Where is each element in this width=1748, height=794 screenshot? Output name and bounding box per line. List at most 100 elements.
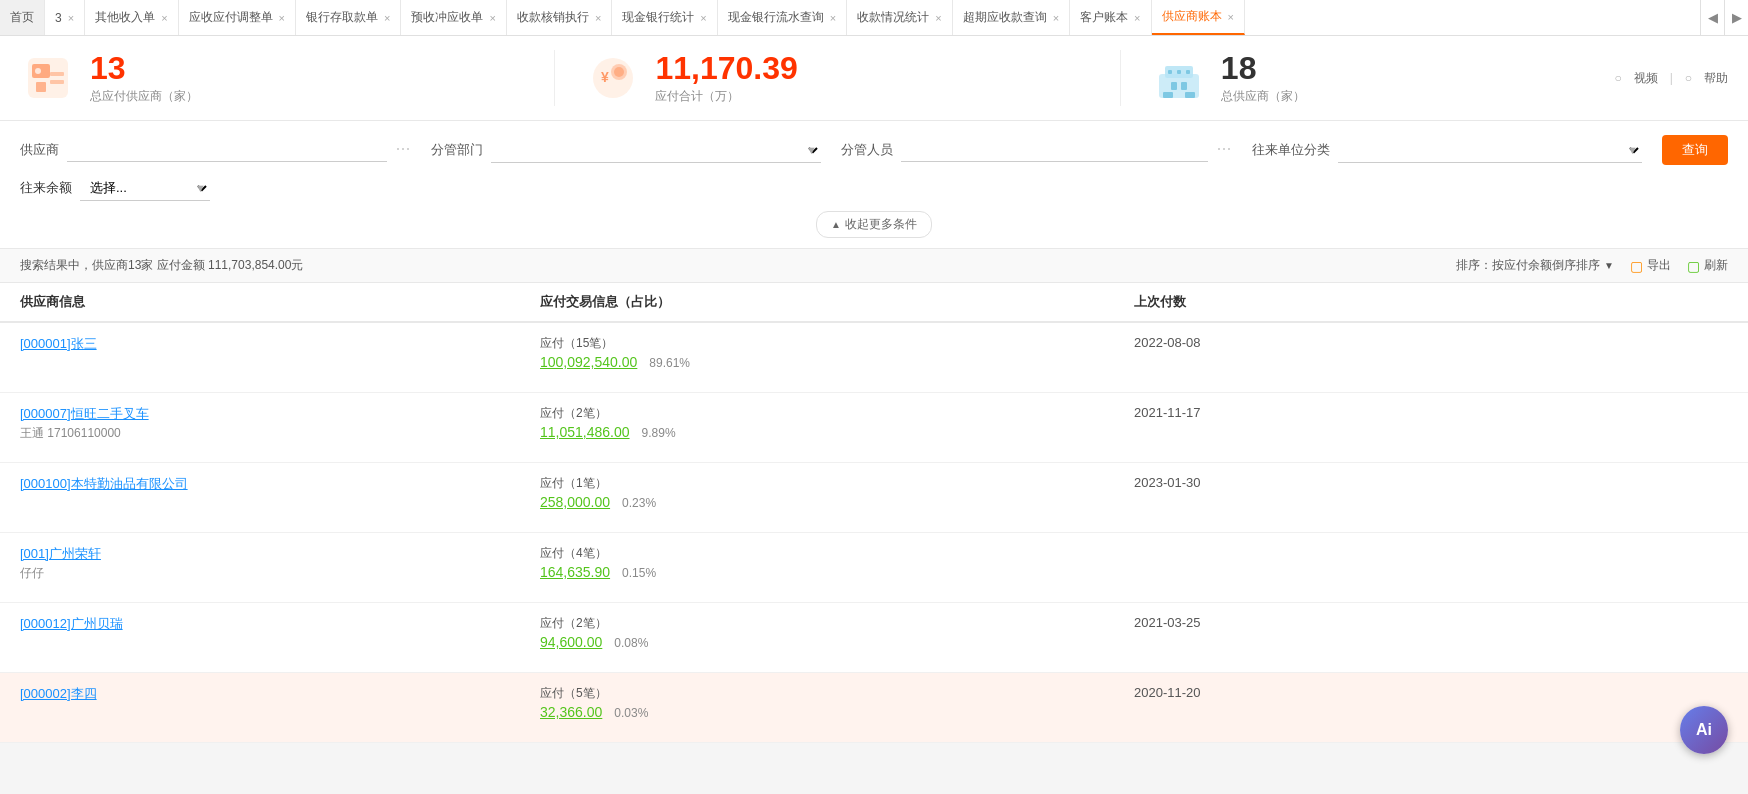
nav-item-collection[interactable]: 收款核销执行 × — [507, 0, 612, 35]
close-icon[interactable]: × — [700, 12, 706, 24]
stat-block-payable-total: ¥ 11,170.39 应付合计（万） — [585, 50, 1120, 106]
close-icon[interactable]: × — [68, 12, 74, 24]
result-right-actions: 排序：按应付余额倒序排序 ▼ ▢ 导出 ▢ 刷新 — [1456, 257, 1728, 274]
svg-rect-14 — [1168, 70, 1172, 74]
table-area: 供应商信息 应付交易信息（占比） 上次付数 [000001]张三 应付（15笔）… — [0, 283, 1748, 743]
export-label: 导出 — [1647, 257, 1671, 274]
nav-item-cash-stats[interactable]: 现金银行统计 × — [612, 0, 717, 35]
close-icon[interactable]: × — [279, 12, 285, 24]
person-input[interactable] — [901, 138, 1208, 162]
supplier-link[interactable]: [000007]恒旺二手叉车 — [20, 405, 540, 423]
nav-item-customer-ledger[interactable]: 客户账本 × — [1070, 0, 1151, 35]
nav-label-other-income: 其他收入单 — [95, 9, 155, 26]
tx-label: 应付（2笔） — [540, 615, 1134, 632]
supplier-link[interactable]: [000002]李四 — [20, 685, 540, 703]
nav-item-collection-stats[interactable]: 收款情况统计 × — [847, 0, 952, 35]
nav-item-advance[interactable]: 预收冲应收单 × — [401, 0, 506, 35]
result-bar: 搜索结果中，供应商13家 应付金额 111,703,854.00元 排序：按应付… — [0, 249, 1748, 283]
svg-rect-4 — [50, 80, 64, 84]
close-icon[interactable]: × — [1228, 11, 1234, 23]
sort-arrow-icon: ▼ — [1604, 260, 1614, 271]
nav-label-home: 首页 — [10, 9, 34, 26]
dept-field: 分管部门 ▼ — [431, 137, 822, 163]
supplier-link[interactable]: [000100]本特勤油品有限公司 — [20, 475, 540, 493]
tx-percent: 0.15% — [622, 566, 656, 580]
svg-rect-16 — [1186, 70, 1190, 74]
tx-amount[interactable]: 11,051,486.00 — [540, 424, 630, 440]
nav-item-home[interactable]: 首页 — [0, 0, 45, 35]
help-link[interactable]: 帮助 — [1704, 70, 1728, 87]
header-stats: 13 总应付供应商（家） ¥ 11,170.39 应付合计（万） — [0, 36, 1748, 121]
tx-row: 94,600.00 0.08% — [540, 634, 1134, 650]
export-icon: ▢ — [1630, 258, 1643, 274]
balance-select-wrapper: 选择... ▼ — [80, 175, 210, 201]
close-icon[interactable]: × — [489, 12, 495, 24]
nav-label-cash-flow: 现金银行流水查询 — [728, 9, 824, 26]
tx-percent: 0.23% — [622, 496, 656, 510]
supplier-info-cell: [000001]张三 — [20, 335, 540, 353]
nav-item-adjustment[interactable]: 应收应付调整单 × — [179, 0, 296, 35]
tx-amount[interactable]: 32,366.00 — [540, 704, 602, 720]
svg-text:¥: ¥ — [601, 69, 609, 85]
close-icon[interactable]: × — [830, 12, 836, 24]
nav-item-3[interactable]: 3 × — [45, 0, 85, 35]
video-link[interactable]: 视频 — [1634, 70, 1658, 87]
dept-select[interactable] — [491, 137, 822, 163]
balance-select[interactable]: 选择... — [80, 175, 210, 201]
payable-suppliers-text: 13 总应付供应商（家） — [90, 52, 198, 105]
supplier-input[interactable] — [67, 138, 387, 162]
nav-label-adjustment: 应收应付调整单 — [189, 9, 273, 26]
tx-amount[interactable]: 94,600.00 — [540, 634, 602, 650]
query-button[interactable]: 查询 — [1662, 135, 1728, 165]
nav-label-bank-deposit: 银行存取款单 — [306, 9, 378, 26]
last-pay-cell: 2021-03-25 — [1134, 615, 1728, 630]
supplier-sub: 仔仔 — [20, 565, 540, 582]
payable-total-text: 11,170.39 应付合计（万） — [655, 52, 797, 105]
export-action[interactable]: ▢ 导出 — [1630, 257, 1671, 274]
tx-percent: 0.08% — [614, 636, 648, 650]
supplier-link[interactable]: [000001]张三 — [20, 335, 540, 353]
supplier-dots-icon[interactable]: ··· — [395, 139, 410, 157]
total-suppliers-number: 18 — [1221, 52, 1305, 84]
sort-selector[interactable]: 排序：按应付余额倒序排序 ▼ — [1456, 257, 1614, 274]
nav-label-collection: 收款核销执行 — [517, 9, 589, 26]
tx-row: 100,092,540.00 89.61% — [540, 354, 1134, 370]
col-header-lastpay: 上次付数 — [1134, 293, 1728, 311]
nav-item-cash-flow[interactable]: 现金银行流水查询 × — [718, 0, 847, 35]
nav-item-overdue[interactable]: 超期应收款查询 × — [953, 0, 1070, 35]
supplier-link[interactable]: [001]广州荣轩 — [20, 545, 540, 563]
circle-icon2: ○ — [1685, 71, 1692, 85]
close-icon[interactable]: × — [384, 12, 390, 24]
close-icon[interactable]: × — [935, 12, 941, 24]
tx-amount[interactable]: 100,092,540.00 — [540, 354, 637, 370]
close-icon[interactable]: × — [161, 12, 167, 24]
svg-rect-3 — [50, 72, 64, 76]
supplier-link[interactable]: [000012]广州贝瑞 — [20, 615, 540, 633]
search-area: 供应商 ··· 分管部门 ▼ 分管人员 ··· 往来单位分类 — [0, 121, 1748, 249]
person-label: 分管人员 — [841, 141, 893, 159]
collapse-button[interactable]: ▲ 收起更多条件 — [816, 211, 932, 238]
refresh-action[interactable]: ▢ 刷新 — [1687, 257, 1728, 274]
header-links: ○ 视频 | ○ 帮助 — [1614, 70, 1728, 87]
close-icon[interactable]: × — [595, 12, 601, 24]
tx-info-cell: 应付（2笔） 94,600.00 0.08% — [540, 615, 1134, 650]
tx-row: 258,000.00 0.23% — [540, 494, 1134, 510]
tx-amount[interactable]: 164,635.90 — [540, 564, 610, 580]
nav-prev-arrow[interactable]: ◀ — [1700, 0, 1724, 36]
person-dots-icon[interactable]: ··· — [1216, 139, 1231, 157]
tx-amount[interactable]: 258,000.00 — [540, 494, 610, 510]
nav-next-arrow[interactable]: ▶ — [1724, 0, 1748, 36]
table-row: [000012]广州贝瑞 应付（2笔） 94,600.00 0.08% 2021… — [0, 603, 1748, 673]
dept-select-wrapper: ▼ — [491, 137, 822, 163]
close-icon[interactable]: × — [1134, 12, 1140, 24]
payable-total-icon: ¥ — [585, 50, 641, 106]
nav-item-bank-deposit[interactable]: 银行存取款单 × — [296, 0, 401, 35]
table-row: [000100]本特勤油品有限公司 应付（1笔） 258,000.00 0.23… — [0, 463, 1748, 533]
svg-rect-15 — [1177, 70, 1181, 74]
nav-item-other-income[interactable]: 其他收入单 × — [85, 0, 178, 35]
close-icon[interactable]: × — [1053, 12, 1059, 24]
nav-item-supplier-ledger[interactable]: 供应商账本 × — [1152, 0, 1245, 35]
separator: | — [1670, 71, 1673, 85]
unit-select[interactable] — [1338, 137, 1643, 163]
tx-percent: 89.61% — [649, 356, 690, 370]
